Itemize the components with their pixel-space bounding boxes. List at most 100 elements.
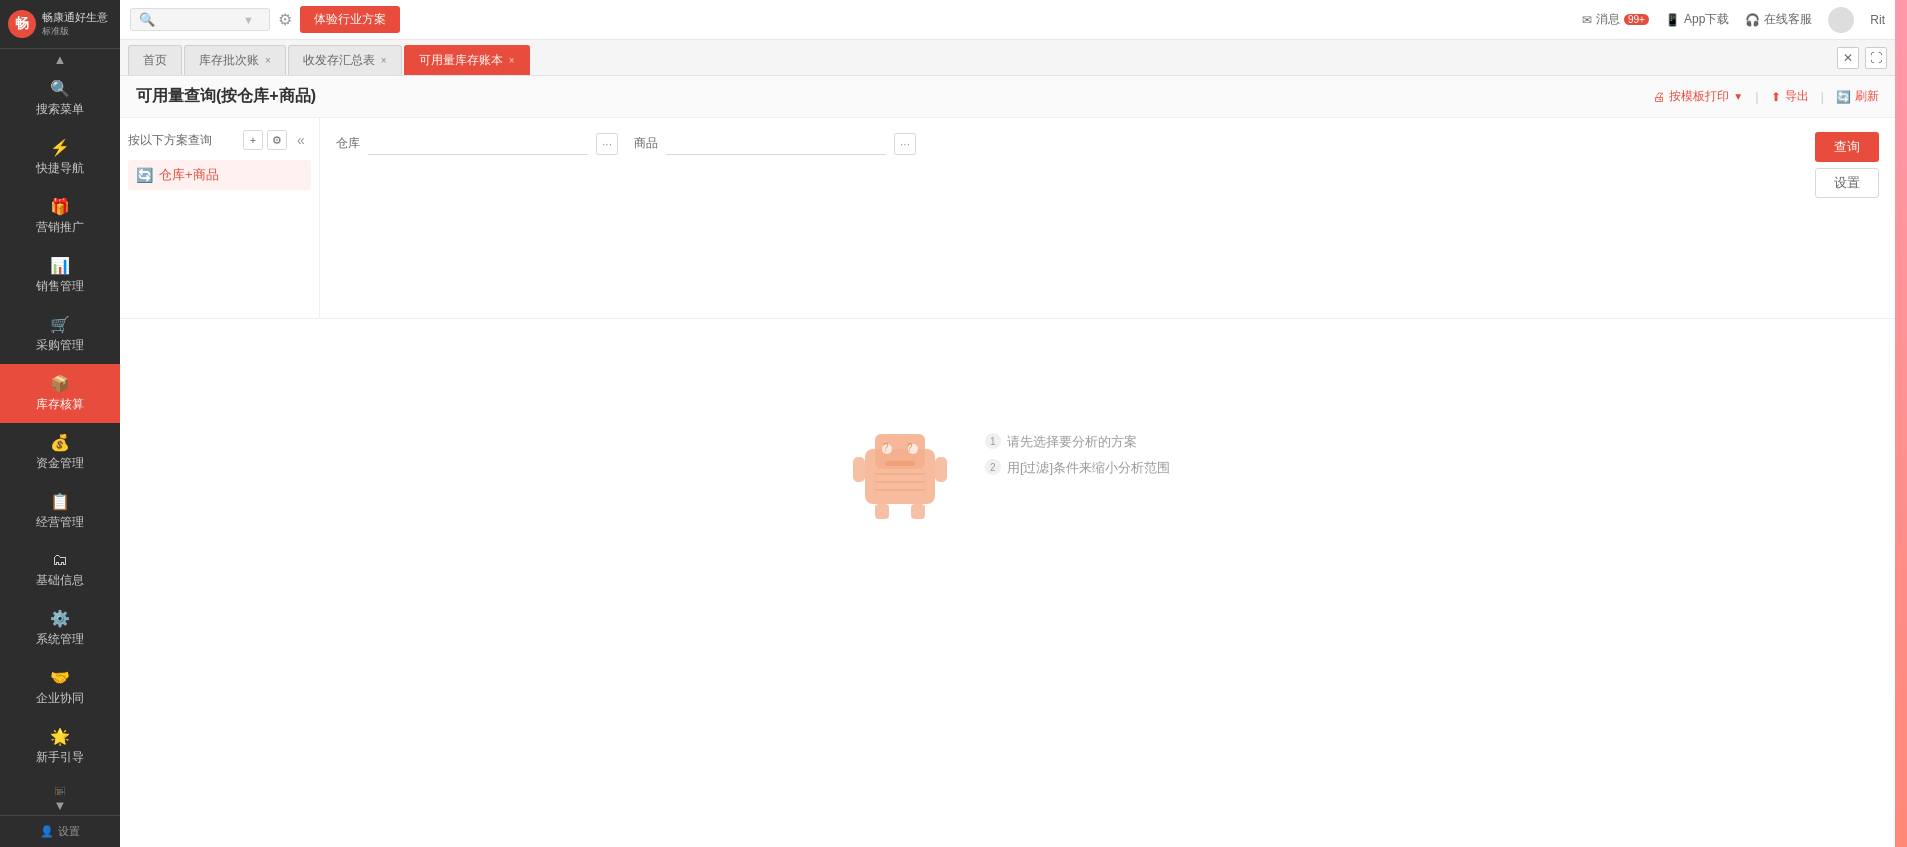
filter-product-input[interactable] [666, 132, 886, 155]
sidebar-item-inventory[interactable]: 📦库存核算 [0, 364, 120, 423]
filter-items-list: 🔄仓库+商品 [128, 160, 311, 190]
setting-btn[interactable]: 设置 [1815, 168, 1879, 198]
refresh-icon: 🔄 [1836, 90, 1851, 104]
filter-left-actions: + ⚙ « [243, 130, 311, 150]
page-header-actions: 🖨 按模板打印 ▼ | ⬆ 导出 | 🔄 刷新 [1653, 88, 1879, 105]
filter-product-label: 商品 [634, 135, 658, 152]
page-content: 可用量查询(按仓库+商品) 🖨 按模板打印 ▼ | ⬆ 导出 | 🔄 刷新 [120, 76, 1895, 847]
add-scheme-btn[interactable]: + [243, 130, 263, 150]
industry-btn[interactable]: 体验行业方案 [300, 6, 400, 33]
tab-batch-account-close[interactable]: × [265, 55, 271, 66]
sidebar-finance-icon: 💰 [50, 433, 70, 452]
online-service-label: 在线客服 [1764, 11, 1812, 28]
right-scrollbar [1895, 0, 1907, 847]
sidebar-operations-icon: 📋 [50, 492, 70, 511]
sidebar-item-sales[interactable]: 📊销售管理 [0, 246, 120, 305]
sidebar-shortcut-icon: ⚡ [50, 138, 70, 157]
sidebar-item-system[interactable]: ⚙️ 系统管理 [0, 599, 120, 658]
message-badge: 99+ [1624, 14, 1649, 25]
tabbar-controls: ✕ ⛶ [1837, 47, 1887, 69]
logo-icon: 畅 [8, 10, 36, 38]
app-download-label: App下载 [1684, 11, 1729, 28]
export-btn[interactable]: ⬆ 导出 [1771, 88, 1809, 105]
topbar: 🔍 ▼ ⚙ 体验行业方案 ✉ 消息 99+ 📱 App下载 🎧 在线客服 Rit [120, 0, 1895, 40]
tab-collection-summary[interactable]: 收发存汇总表 × [288, 45, 402, 75]
sidebar-purchase-label: 采购管理 [36, 337, 84, 354]
filter-section: 按以下方案查询 + ⚙ « 🔄仓库+商品 [120, 118, 1895, 318]
print-btn[interactable]: 🖨 按模板打印 ▼ [1653, 88, 1743, 105]
sidebar-base-info-icon: 🗂 [52, 551, 68, 569]
filter-right-panel: 仓库 ··· 商品 ··· [320, 118, 1895, 318]
topbar-actions: ✉ 消息 99+ 📱 App下载 🎧 在线客服 Rit [1582, 7, 1885, 33]
refresh-btn[interactable]: 🔄 刷新 [1836, 88, 1879, 105]
expand-btn[interactable]: ⛶ [1865, 47, 1887, 69]
query-btn[interactable]: 查询 [1815, 132, 1879, 162]
hint-num-1: 1 [985, 433, 1001, 449]
sidebar-search-icon: 🔍 [50, 79, 70, 98]
filter-warehouse-more[interactable]: ··· [596, 133, 618, 155]
sidebar-app-center-icon: 📱 [50, 786, 70, 795]
svg-rect-7 [875, 504, 889, 519]
search-input[interactable] [159, 13, 239, 27]
tab-available-stock[interactable]: 可用量库存账本× [404, 45, 530, 75]
username[interactable]: Rit [1870, 13, 1885, 27]
sidebar-item-search[interactable]: 🔍搜索菜单 [0, 69, 120, 128]
tab-collection-summary-close[interactable]: × [381, 55, 387, 66]
collapse-panel-btn[interactable]: « [291, 130, 311, 150]
filter-left-panel: 按以下方案查询 + ⚙ « 🔄仓库+商品 [120, 118, 320, 318]
sidebar-item-operations[interactable]: 📋 经营管理 [0, 482, 120, 541]
tab-batch-account[interactable]: 库存批次账× [184, 45, 286, 75]
sidebar-item-finance[interactable]: 💰资金管理 [0, 423, 120, 482]
sidebar-system-icon: ⚙️ [50, 609, 70, 628]
scroll-down-btn[interactable]: ▼ [0, 795, 120, 815]
filter-item-warehouse-product[interactable]: 🔄仓库+商品 [128, 160, 311, 190]
main-area: 🔍 ▼ ⚙ 体验行业方案 ✉ 消息 99+ 📱 App下载 🎧 在线客服 Rit [120, 0, 1895, 847]
sidebar-purchase-icon: 🛒 [50, 315, 70, 334]
sidebar-item-newbie[interactable]: 🌟新手引导 [0, 717, 120, 776]
online-service-btn[interactable]: 🎧 在线客服 [1745, 11, 1812, 28]
message-icon: ✉ [1582, 13, 1592, 27]
app-download-btn[interactable]: 📱 App下载 [1665, 11, 1729, 28]
message-btn[interactable]: ✉ 消息 99+ [1582, 11, 1649, 28]
app-logo: 畅 畅康通好生意 标准版 [0, 0, 120, 49]
sidebar-sales-icon: 📊 [50, 256, 70, 275]
sidebar-item-app-center[interactable]: 📱应用中心 [0, 776, 120, 795]
sidebar-marketing-promo-label: 营销推广 [36, 219, 84, 236]
tab-home[interactable]: 首页 [128, 45, 182, 75]
svg-rect-5 [853, 457, 865, 482]
filter-container: 按以下方案查询 + ⚙ « 🔄仓库+商品 [120, 118, 1895, 318]
empty-state: ? ? 1 请先选择要分析的方案 2 用[过滤]条件来缩小分析范围 [120, 319, 1895, 559]
filter-section-title: 按以下方案查询 [128, 132, 212, 149]
sidebar-operations-label: 经营管理 [36, 514, 84, 531]
filter-field-warehouse: 仓库 ··· [336, 132, 618, 155]
sidebar-item-marketing-promo[interactable]: 🎁营销推广 [0, 187, 120, 246]
filter-warehouse-product-icon: 🔄 [136, 167, 153, 183]
app-badge: 标准版 [42, 25, 108, 38]
svg-rect-4 [885, 461, 915, 466]
print-icon: 🖨 [1653, 90, 1665, 104]
gear-icon[interactable]: ⚙ [278, 10, 292, 29]
hint-item-2: 2 用[过滤]条件来缩小分析范围 [985, 459, 1170, 477]
empty-hints: 1 请先选择要分析的方案 2 用[过滤]条件来缩小分析范围 [985, 433, 1170, 485]
scheme-setting-btn[interactable]: ⚙ [267, 130, 287, 150]
sidebar-bottom[interactable]: 👤设置 [0, 815, 120, 847]
sidebar-system-label: 系统管理 [36, 631, 84, 648]
sidebar-item-enterprise[interactable]: 🤝企业协同 [0, 658, 120, 717]
print-chevron: ▼ [1733, 91, 1743, 102]
sidebar-item-purchase[interactable]: 🛒 采购管理 [0, 305, 120, 364]
sidebar-item-base-info[interactable]: 🗂基础信息 [0, 541, 120, 599]
avatar[interactable] [1828, 7, 1854, 33]
tab-collection-summary-label: 收发存汇总表 [303, 52, 375, 69]
filter-product-more[interactable]: ··· [894, 133, 916, 155]
export-label: 导出 [1785, 88, 1809, 105]
filter-warehouse-input[interactable] [368, 132, 588, 155]
refresh-label: 刷新 [1855, 88, 1879, 105]
hint-item-1: 1 请先选择要分析的方案 [985, 433, 1170, 451]
service-icon: 🎧 [1745, 13, 1760, 27]
sidebar: 畅 畅康通好生意 标准版 ▲ 🔍搜索菜单⚡快捷导航🎁营销推广📊销售管理 🛒 采购管理… [0, 0, 120, 847]
page-header: 可用量查询(按仓库+商品) 🖨 按模板打印 ▼ | ⬆ 导出 | 🔄 刷新 [120, 76, 1895, 118]
tab-available-stock-close[interactable]: × [509, 55, 515, 66]
scroll-up-btn[interactable]: ▲ [0, 49, 120, 69]
sidebar-item-shortcut[interactable]: ⚡快捷导航 [0, 128, 120, 187]
close-tab-btn[interactable]: ✕ [1837, 47, 1859, 69]
